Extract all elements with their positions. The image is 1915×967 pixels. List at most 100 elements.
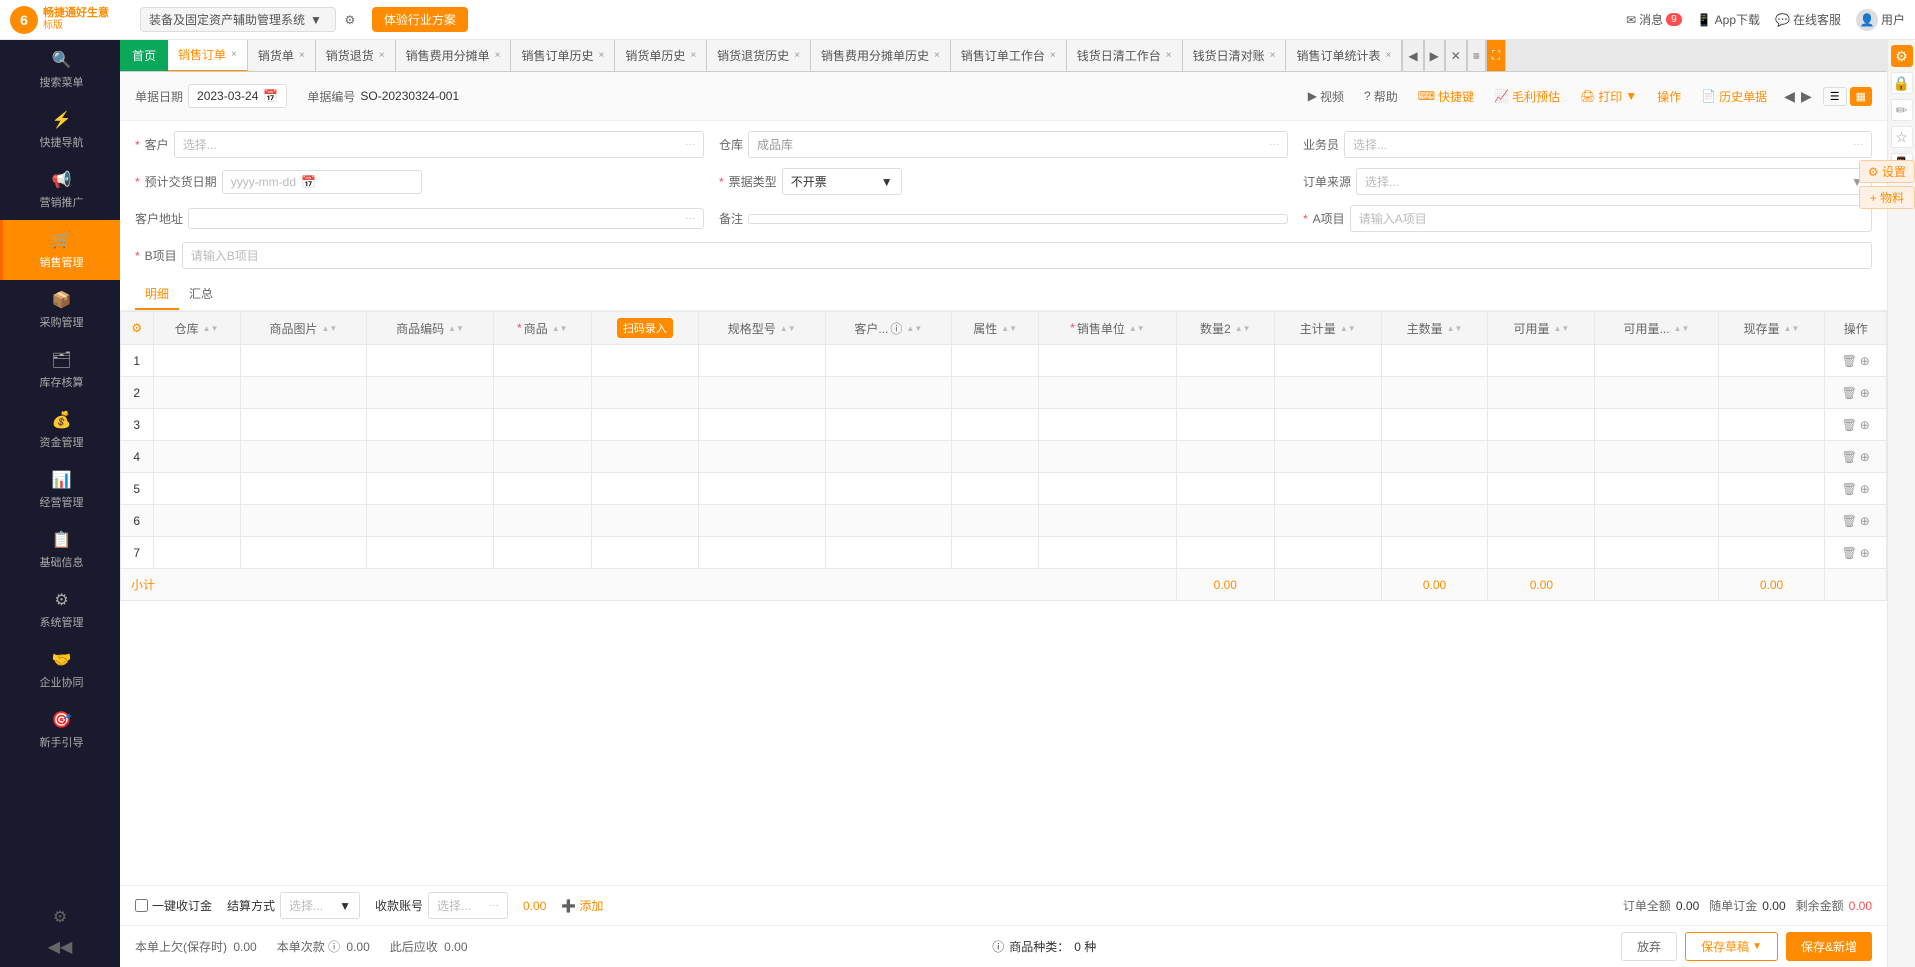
- row-7-delete-button[interactable]: 🗑: [1842, 546, 1857, 560]
- sidebar-item-operations[interactable]: 📊 经营管理: [0, 460, 120, 520]
- th-unit[interactable]: * 销售单位 ▲▼: [1039, 312, 1177, 345]
- sidebar-collapse-icon[interactable]: ◀◀: [48, 937, 73, 957]
- row-6-copy-button[interactable]: ⊕: [1860, 514, 1870, 528]
- sidebar-item-system[interactable]: ⚙ 系统管理: [0, 580, 120, 640]
- row-1-main-qty[interactable]: [1381, 345, 1488, 377]
- row-2-image[interactable]: [240, 377, 367, 409]
- row-4-copy-button[interactable]: ⊕: [1860, 450, 1870, 464]
- tab-expense-history[interactable]: 销售费用分摊单历史 ×: [811, 40, 951, 72]
- row-1-qty2[interactable]: [1176, 345, 1274, 377]
- row-1-spec[interactable]: [698, 345, 825, 377]
- right-icon-lock[interactable]: 🔒: [1891, 72, 1913, 94]
- th-code[interactable]: 商品编码 ▲▼: [367, 312, 494, 345]
- row-2-attribute[interactable]: [952, 377, 1039, 409]
- user-avatar[interactable]: 👤 用户: [1856, 9, 1905, 31]
- row-2-copy-button[interactable]: ⊕: [1860, 386, 1870, 400]
- row-2-product[interactable]: [493, 377, 591, 409]
- payment-method-select[interactable]: 选择... ▼: [280, 892, 360, 919]
- th-settings[interactable]: ⚙: [121, 312, 154, 345]
- row-1-main-unit[interactable]: [1274, 345, 1381, 377]
- sidebar-item-marketing[interactable]: 📢 营销推广: [0, 160, 120, 220]
- auto-checkout-checkbox[interactable]: 一键收订金: [135, 897, 212, 914]
- add-product-button[interactable]: + 物料: [1859, 186, 1887, 209]
- row-2-current-stock[interactable]: [1718, 377, 1825, 409]
- row-2-customer-code[interactable]: [825, 377, 952, 409]
- row-1-image[interactable]: [240, 345, 367, 377]
- th-image[interactable]: 商品图片 ▲▼: [240, 312, 367, 345]
- row-1-delete-button[interactable]: 🗑: [1842, 354, 1857, 368]
- print-button[interactable]: 🖨 打印 ▼: [1574, 86, 1643, 107]
- row-5-copy-button[interactable]: ⊕: [1860, 482, 1870, 496]
- row-1-available[interactable]: [1488, 345, 1595, 377]
- tab-invoice-history[interactable]: 销货单历史 ×: [615, 40, 707, 72]
- table-scroll-wrapper[interactable]: ⚙ 仓库 ▲▼ 商品图片 ▲▼: [120, 311, 1887, 885]
- right-settings-button[interactable]: ⚙ 设置: [1859, 160, 1887, 183]
- row-2-available2[interactable]: [1595, 377, 1718, 409]
- tab-sales-stats[interactable]: 销售订单统计表 ×: [1286, 40, 1402, 72]
- prev-record-button[interactable]: ◀: [1781, 88, 1798, 105]
- row-1-attribute[interactable]: [952, 345, 1039, 377]
- tab-sales-return[interactable]: 销货退货 ×: [316, 40, 396, 72]
- tab-close-all-button[interactable]: ✕: [1445, 40, 1467, 72]
- th-available2[interactable]: 可用量... ▲▼: [1595, 312, 1718, 345]
- row-1-unit[interactable]: [1039, 345, 1177, 377]
- row-1-product[interactable]: [493, 345, 591, 377]
- th-main-unit[interactable]: 主计量 ▲▼: [1274, 312, 1381, 345]
- online-service-button[interactable]: 💬 在线客服: [1775, 11, 1841, 28]
- sidebar-item-sales[interactable]: 🛒 销售管理: [0, 220, 120, 280]
- row-6-delete-button[interactable]: 🗑: [1842, 514, 1857, 528]
- customer-input[interactable]: 选择... ···: [174, 131, 704, 158]
- grid-view-button[interactable]: ▦: [1850, 87, 1872, 106]
- tab-detail[interactable]: 明细: [135, 279, 179, 310]
- tab-sales-invoice[interactable]: 销货单 ×: [248, 40, 316, 72]
- sidebar-item-basic-info[interactable]: 📋 基础信息: [0, 520, 120, 580]
- th-product[interactable]: * 商品 ▲▼: [493, 312, 591, 345]
- row-2-main-qty[interactable]: [1381, 377, 1488, 409]
- row-2-spec[interactable]: [698, 377, 825, 409]
- invoice-type-select[interactable]: 不开票 ▼: [782, 168, 902, 195]
- next-record-button[interactable]: ▶: [1798, 88, 1815, 105]
- help-button[interactable]: ? 帮助: [1358, 86, 1404, 107]
- tab-next-button[interactable]: ▶: [1424, 40, 1445, 72]
- ops-button[interactable]: 操作: [1651, 86, 1687, 107]
- shortcut-button[interactable]: ⌨ 快捷键: [1412, 86, 1480, 107]
- order-source-input[interactable]: 选择... ▼: [1356, 168, 1872, 195]
- row-1-current-stock[interactable]: [1718, 345, 1825, 377]
- row-1-copy-button[interactable]: ⊕: [1860, 354, 1870, 368]
- th-attribute[interactable]: 属性 ▲▼: [952, 312, 1039, 345]
- save-draft-button[interactable]: 保存草稿 ▼: [1685, 932, 1778, 961]
- row-1-customer-code[interactable]: [825, 345, 952, 377]
- row-1-available2[interactable]: [1595, 345, 1718, 377]
- tab-sales-expense[interactable]: 销售费用分摊单 ×: [396, 40, 512, 72]
- staff-input[interactable]: 选择... ···: [1344, 131, 1872, 158]
- row-2-delete-button[interactable]: 🗑: [1842, 386, 1857, 400]
- sidebar-item-guide[interactable]: 🎯 新手引导: [0, 700, 120, 760]
- th-customer-code[interactable]: 客户... ⓘ ▲▼: [825, 312, 952, 345]
- app-download-button[interactable]: 📱 App下载: [1697, 11, 1760, 28]
- tab-summary[interactable]: 汇总: [179, 279, 223, 310]
- right-icon-settings[interactable]: ⚙: [1891, 45, 1913, 67]
- sidebar-item-purchase[interactable]: 📦 采购管理: [0, 280, 120, 340]
- th-spec[interactable]: 规格型号 ▲▼: [698, 312, 825, 345]
- th-scan[interactable]: 扫码录入: [591, 312, 698, 345]
- sidebar-item-inventory[interactable]: 🗂 库存核算: [0, 340, 120, 400]
- sidebar-item-quick-nav[interactable]: ⚡ 快捷导航: [0, 100, 120, 160]
- system-selector[interactable]: 装备及固定资产辅助管理系统 ▼: [140, 7, 336, 32]
- row-2-warehouse[interactable]: [153, 377, 240, 409]
- sidebar-item-enterprise[interactable]: 🤝 企业协同: [0, 640, 120, 700]
- row-7-copy-button[interactable]: ⊕: [1860, 546, 1870, 560]
- system-settings-icon[interactable]: ⚙: [336, 6, 364, 34]
- tab-cashflow-workbench[interactable]: 钱货日清工作台 ×: [1067, 40, 1183, 72]
- row-2-unit[interactable]: [1039, 377, 1177, 409]
- trial-industry-button[interactable]: 体验行业方案: [372, 7, 468, 32]
- tab-sales-order-history[interactable]: 销售订单历史 ×: [511, 40, 615, 72]
- save-new-button[interactable]: 保存&新增: [1786, 932, 1872, 961]
- warehouse-input[interactable]: 成品库 ···: [748, 131, 1288, 158]
- list-view-button[interactable]: ☰: [1823, 87, 1847, 106]
- tab-return-history[interactable]: 销货退货历史 ×: [707, 40, 811, 72]
- history-button[interactable]: 📄 历史单据: [1695, 86, 1773, 107]
- row-2-qty2[interactable]: [1176, 377, 1274, 409]
- row-1-warehouse[interactable]: [153, 345, 240, 377]
- delivery-date-input[interactable]: yyyy-mm-dd 📅: [222, 170, 422, 194]
- row-2-code[interactable]: [367, 377, 494, 409]
